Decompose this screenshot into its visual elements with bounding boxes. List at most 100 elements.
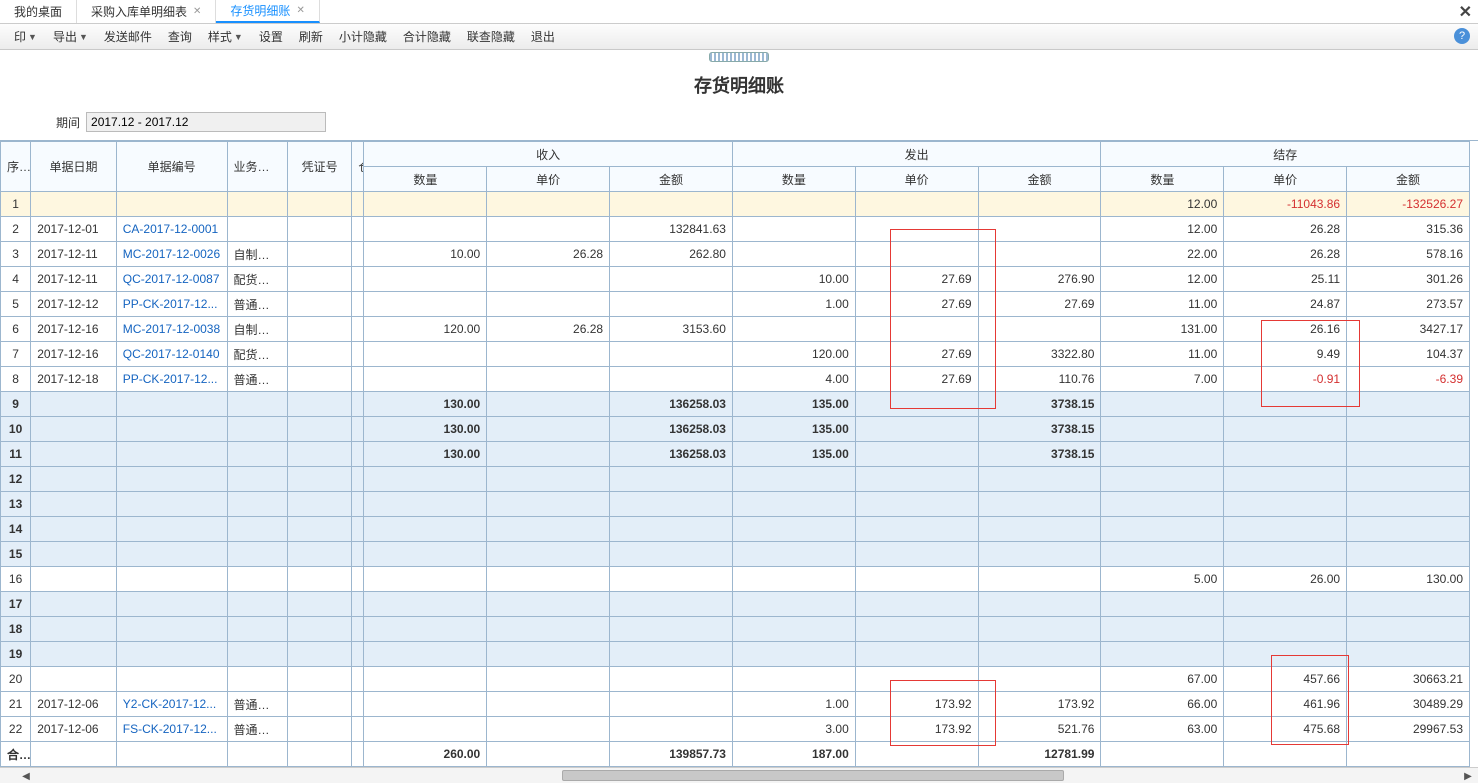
tab-存货明细账[interactable]: 存货明细账✕ xyxy=(216,0,319,23)
cell: 26.16 xyxy=(1224,317,1347,342)
cell: 273.57 xyxy=(1347,292,1470,317)
table-row[interactable]: 72017-12-16QC-2017-12-0140配货出库120.0027.6… xyxy=(1,342,1470,367)
table-row[interactable]: 14 xyxy=(1,517,1470,542)
col-in-qty[interactable]: 数量 xyxy=(364,167,487,192)
tab-close-icon[interactable]: ✕ xyxy=(193,6,201,17)
table-row[interactable]: 212017-12-06Y2-CK-2017-12...普通销售1.00173.… xyxy=(1,692,1470,717)
cell xyxy=(227,442,287,467)
col-date[interactable]: 单据日期 xyxy=(31,142,117,192)
table-row[interactable]: 112.00-11043.86-132526.27 xyxy=(1,192,1470,217)
cell xyxy=(978,217,1101,242)
cell xyxy=(31,467,117,492)
cell xyxy=(978,642,1101,667)
cell xyxy=(116,442,227,467)
table-row[interactable]: 82017-12-18PP-CK-2017-12...普通销售4.0027.69… xyxy=(1,367,1470,392)
doc-link[interactable]: FS-CK-2017-12... xyxy=(116,717,227,742)
toolbar-联查隐藏[interactable]: 联查隐藏 xyxy=(459,24,523,49)
col-warehouse[interactable]: 仓 xyxy=(352,142,364,192)
doc-link[interactable]: QC-2017-12-0087 xyxy=(116,267,227,292)
toolbar-小计隐藏[interactable]: 小计隐藏 xyxy=(331,24,395,49)
toolbar-设置[interactable]: 设置 xyxy=(251,24,291,49)
col-btype[interactable]: 业务类型 xyxy=(227,142,287,192)
table-row[interactable]: 17 xyxy=(1,592,1470,617)
col-bal-qty[interactable]: 数量 xyxy=(1101,167,1224,192)
table-row[interactable]: 18 xyxy=(1,617,1470,642)
toolbar-发送邮件[interactable]: 发送邮件 xyxy=(96,24,160,49)
scroll-right-arrow[interactable]: ▶ xyxy=(1460,768,1476,784)
toolbar-查询[interactable]: 查询 xyxy=(160,24,200,49)
col-doc[interactable]: 单据编号 xyxy=(116,142,227,192)
col-out-qty[interactable]: 数量 xyxy=(732,167,855,192)
cell xyxy=(227,192,287,217)
table-row[interactable]: 42017-12-11QC-2017-12-0087配货出库10.0027.69… xyxy=(1,267,1470,292)
col-group-bal[interactable]: 结存 xyxy=(1101,142,1470,167)
help-icon[interactable]: ? xyxy=(1454,28,1470,44)
scroll-left-arrow[interactable]: ◀ xyxy=(18,768,34,784)
table-row[interactable]: 13 xyxy=(1,492,1470,517)
table-row[interactable]: 12 xyxy=(1,467,1470,492)
tab-我的桌面[interactable]: 我的桌面 xyxy=(0,0,77,23)
col-seq[interactable]: 序号 xyxy=(1,142,31,192)
table-row[interactable]: 9130.00136258.03135.003738.15 xyxy=(1,392,1470,417)
cell: 521.76 xyxy=(978,717,1101,742)
table-row[interactable]: 62017-12-16MC-2017-12-0038自制加工120.0026.2… xyxy=(1,317,1470,342)
toolbar-导出[interactable]: 导出▼ xyxy=(45,24,96,49)
col-out-price[interactable]: 单价 xyxy=(855,167,978,192)
col-group-in[interactable]: 收入 xyxy=(364,142,733,167)
doc-link[interactable]: CA-2017-12-0001 xyxy=(116,217,227,242)
cell xyxy=(31,417,117,442)
close-all-tabs-icon[interactable]: ✕ xyxy=(1459,2,1472,22)
cell: 136258.03 xyxy=(610,417,733,442)
period-input[interactable] xyxy=(86,112,326,132)
doc-link[interactable]: QC-2017-12-0140 xyxy=(116,342,227,367)
cell: 16 xyxy=(1,567,31,592)
table-row[interactable]: 15 xyxy=(1,542,1470,567)
cell xyxy=(352,317,364,342)
table-row[interactable]: 165.0026.00130.00 xyxy=(1,567,1470,592)
scroll-thumb[interactable] xyxy=(562,770,1065,781)
cell: 6 xyxy=(1,317,31,342)
doc-link[interactable]: MC-2017-12-0026 xyxy=(116,242,227,267)
table-row[interactable]: 10130.00136258.03135.003738.15 xyxy=(1,417,1470,442)
cell xyxy=(1347,467,1470,492)
cell: 30489.29 xyxy=(1347,692,1470,717)
cell xyxy=(978,542,1101,567)
table-row[interactable]: 22017-12-01CA-2017-12-0001132841.6312.00… xyxy=(1,217,1470,242)
cell xyxy=(732,567,855,592)
doc-link[interactable]: Y2-CK-2017-12... xyxy=(116,692,227,717)
doc-link[interactable]: PP-CK-2017-12... xyxy=(116,292,227,317)
cell: 5 xyxy=(1,292,31,317)
cell xyxy=(1224,442,1347,467)
table-row[interactable]: 11130.00136258.03135.003738.15 xyxy=(1,442,1470,467)
cell xyxy=(1347,617,1470,642)
cell xyxy=(352,567,364,592)
col-bal-amt[interactable]: 金额 xyxy=(1347,167,1470,192)
cell xyxy=(364,567,487,592)
toolbar-印[interactable]: 印▼ xyxy=(6,24,45,49)
cell xyxy=(31,642,117,667)
table-row[interactable]: 32017-12-11MC-2017-12-0026自制加工10.0026.28… xyxy=(1,242,1470,267)
table-row[interactable]: 52017-12-12PP-CK-2017-12...普通销售1.0027.69… xyxy=(1,292,1470,317)
cell: 173.92 xyxy=(855,692,978,717)
cell xyxy=(855,642,978,667)
panel-drag-handle[interactable] xyxy=(709,52,769,62)
toolbar-样式[interactable]: 样式▼ xyxy=(200,24,251,49)
table-row[interactable]: 222017-12-06FS-CK-2017-12...普通销售3.00173.… xyxy=(1,717,1470,742)
cell xyxy=(116,617,227,642)
toolbar-刷新[interactable]: 刷新 xyxy=(291,24,331,49)
table-row[interactable]: 19 xyxy=(1,642,1470,667)
col-vno[interactable]: 凭证号 xyxy=(287,142,351,192)
doc-link[interactable]: PP-CK-2017-12... xyxy=(116,367,227,392)
tab-采购入库单明细表[interactable]: 采购入库单明细表✕ xyxy=(77,0,216,23)
toolbar-退出[interactable]: 退出 xyxy=(523,24,563,49)
col-in-amt[interactable]: 金额 xyxy=(610,167,733,192)
col-out-amt[interactable]: 金额 xyxy=(978,167,1101,192)
table-row[interactable]: 2067.00457.6630663.21 xyxy=(1,667,1470,692)
toolbar-合计隐藏[interactable]: 合计隐藏 xyxy=(395,24,459,49)
col-bal-price[interactable]: 单价 xyxy=(1224,167,1347,192)
doc-link[interactable]: MC-2017-12-0038 xyxy=(116,317,227,342)
col-in-price[interactable]: 单价 xyxy=(487,167,610,192)
col-group-out[interactable]: 发出 xyxy=(732,142,1101,167)
page-title: 存货明细账 xyxy=(0,72,1478,98)
tab-close-icon[interactable]: ✕ xyxy=(296,5,304,16)
